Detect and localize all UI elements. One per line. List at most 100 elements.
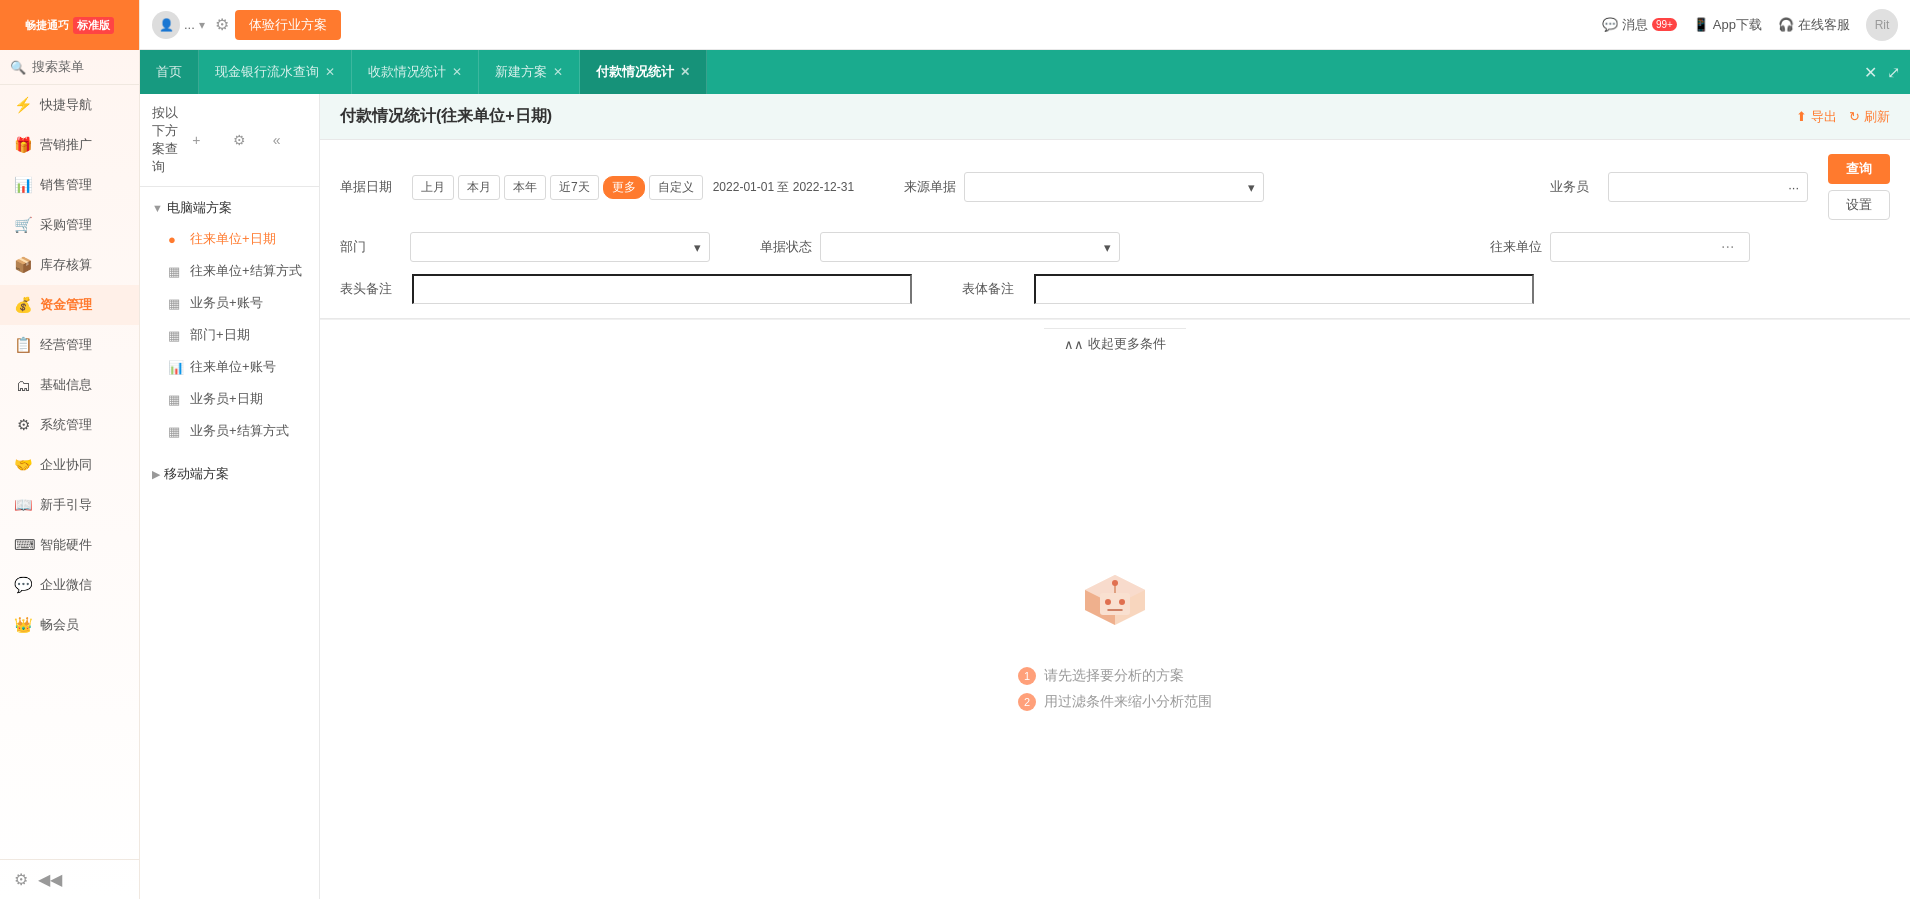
date-btn-this-month[interactable]: 本月	[458, 175, 500, 200]
sidebar-item-label: 快捷导航	[40, 96, 92, 114]
partner-dots: ···	[1721, 238, 1741, 256]
user-dropdown-icon[interactable]: ▾	[199, 18, 205, 32]
tab-receipts-close[interactable]: ✕	[452, 65, 462, 79]
sidebar-item-operations[interactable]: 📋 经营管理	[0, 325, 139, 365]
sidebar-item-hardware[interactable]: ⌨ 智能硬件	[0, 525, 139, 565]
inventory-icon: 📦	[14, 256, 32, 274]
header-left: 👤 ... ▾ ⚙ 体验行业方案	[152, 10, 341, 40]
header-right: 💬 消息 99+ 📱 App下载 🎧 在线客服 Rit	[1602, 9, 1898, 41]
scheme-partner-settlement[interactable]: ▦ 往来单位+结算方式	[140, 255, 319, 287]
tab-payments-close[interactable]: ✕	[680, 65, 690, 79]
sidebar-item-member[interactable]: 👑 畅会员	[0, 605, 139, 645]
header-settings-icon[interactable]: ⚙	[215, 15, 229, 34]
online-service-btn[interactable]: 🎧 在线客服	[1778, 16, 1850, 34]
tab-new-scheme[interactable]: 新建方案 ✕	[479, 50, 580, 94]
scheme-icon: ▦	[168, 424, 184, 439]
desktop-section: ▼ 电脑端方案 ● 往来单位+日期 ▦ 往来单位+结算方式 ▦ 业务员+账号 ▦	[140, 187, 319, 453]
message-badge: 99+	[1652, 18, 1677, 31]
messages-btn[interactable]: 💬 消息 99+	[1602, 16, 1677, 34]
doc-status-select[interactable]: ▾	[820, 232, 1120, 262]
collapse-btn[interactable]: ∧∧ 收起更多条件	[1044, 328, 1186, 359]
collapse-sidebar-icon[interactable]: ◀◀	[38, 870, 62, 889]
trial-btn[interactable]: 体验行业方案	[235, 10, 341, 40]
sidebar-item-label: 企业微信	[40, 576, 92, 594]
sidebar-item-label: 智能硬件	[40, 536, 92, 554]
logo: 畅捷通巧 标准版	[0, 0, 139, 50]
sidebar-item-guide[interactable]: 📖 新手引导	[0, 485, 139, 525]
dept-label: 部门	[340, 238, 390, 256]
date-btn-last-month[interactable]: 上月	[412, 175, 454, 200]
mobile-section: ▶ 移动端方案	[140, 453, 319, 495]
source-select[interactable]: ▾	[964, 172, 1264, 202]
scheme-salesperson-account[interactable]: ▦ 业务员+账号	[140, 287, 319, 319]
tab-payments[interactable]: 付款情况统计 ✕	[580, 50, 707, 94]
add-scheme-icon[interactable]: +	[192, 132, 226, 148]
date-btn-7days[interactable]: 近7天	[550, 175, 599, 200]
collapse-row: ∧∧ 收起更多条件	[320, 319, 1910, 367]
expand-icon[interactable]: ⤢	[1887, 63, 1900, 82]
partner-select[interactable]: ···	[1550, 232, 1750, 262]
partner-label: 往来单位	[1490, 238, 1542, 256]
settings-bottom-icon[interactable]: ⚙	[14, 870, 28, 889]
settings-btn[interactable]: 设置	[1828, 190, 1890, 220]
dept-chevron-icon: ▾	[694, 240, 701, 255]
salesperson-select[interactable]: ···	[1608, 172, 1808, 202]
tab-cash-flow-close[interactable]: ✕	[325, 65, 335, 79]
sidebar-item-capital[interactable]: 💰 资金管理	[0, 285, 139, 325]
dept-select[interactable]: ▾	[410, 232, 710, 262]
scheme-label: 业务员+日期	[190, 390, 263, 408]
filter-row-3: 表头备注 表体备注	[340, 274, 1890, 304]
sidebar-item-label: 企业协同	[40, 456, 92, 474]
search-menu[interactable]: 🔍 搜索菜单	[0, 50, 139, 85]
close-all-tabs-icon[interactable]: ✕	[1864, 63, 1877, 82]
sidebar-item-sales[interactable]: 📊 销售管理	[0, 165, 139, 205]
filter-area: 单据日期 上月 本月 本年 近7天 更多 自定义 2022-01-01 至 20…	[320, 140, 1910, 319]
sidebar-item-inventory[interactable]: 📦 库存核算	[0, 245, 139, 285]
scheme-partner-account[interactable]: 📊 往来单位+账号	[140, 351, 319, 383]
filter-action-col: 查询 设置	[1828, 154, 1890, 220]
query-btn[interactable]: 查询	[1828, 154, 1890, 184]
tab-home[interactable]: 首页	[140, 50, 199, 94]
sidebar-item-system[interactable]: ⚙ 系统管理	[0, 405, 139, 445]
tab-cash-flow-label: 现金银行流水查询	[215, 63, 319, 81]
empty-illustration	[1065, 555, 1165, 655]
scheme-collapse-icon[interactable]: «	[273, 132, 307, 148]
sidebar-item-quick-nav[interactable]: ⚡ 快捷导航	[0, 85, 139, 125]
user-avatar[interactable]: Rit	[1866, 9, 1898, 41]
scheme-salesperson-settlement[interactable]: ▦ 业务员+结算方式	[140, 415, 319, 447]
desktop-section-header[interactable]: ▼ 电脑端方案	[140, 193, 319, 223]
sidebar-item-basic-info[interactable]: 🗂 基础信息	[0, 365, 139, 405]
scheme-icon: ▦	[168, 264, 184, 279]
sidebar-item-label: 销售管理	[40, 176, 92, 194]
scheme-dept-date[interactable]: ▦ 部门+日期	[140, 319, 319, 351]
filter-row-2: 部门 ▾ 单据状态 ▾ 往来单位	[340, 232, 1890, 262]
scheme-settings-icon[interactable]: ⚙	[233, 132, 267, 148]
sidebar-item-marketing[interactable]: 🎁 营销推广	[0, 125, 139, 165]
mobile-section-header[interactable]: ▶ 移动端方案	[140, 459, 319, 489]
refresh-btn[interactable]: ↻ 刷新	[1849, 108, 1890, 126]
date-btn-this-year[interactable]: 本年	[504, 175, 546, 200]
scheme-active-icon: ●	[168, 232, 184, 247]
sidebar-item-label: 采购管理	[40, 216, 92, 234]
scheme-label: 往来单位+结算方式	[190, 262, 302, 280]
scheme-salesperson-date[interactable]: ▦ 业务员+日期	[140, 383, 319, 415]
header-notes-input[interactable]	[412, 274, 912, 304]
sidebar-item-purchase[interactable]: 🛒 采购管理	[0, 205, 139, 245]
date-btn-more[interactable]: 更多	[603, 176, 645, 199]
date-btn-custom[interactable]: 自定义	[649, 175, 703, 200]
scheme-label: 业务员+结算方式	[190, 422, 289, 440]
body-notes-input[interactable]	[1034, 274, 1534, 304]
scheme-panel: 按以下方案查询 + ⚙ « ▼ 电脑端方案 ● 往来单位+日期 ▦ 往来单位+结…	[140, 94, 320, 899]
scheme-label: 业务员+账号	[190, 294, 263, 312]
hardware-icon: ⌨	[14, 536, 32, 554]
export-btn[interactable]: ⬆ 导出	[1796, 108, 1837, 126]
sidebar-item-enterprise[interactable]: 🤝 企业协同	[0, 445, 139, 485]
tab-receipts[interactable]: 收款情况统计 ✕	[352, 50, 479, 94]
sidebar-item-wechat[interactable]: 💬 企业微信	[0, 565, 139, 605]
salesperson-label: 业务员	[1550, 178, 1600, 196]
tab-new-scheme-close[interactable]: ✕	[553, 65, 563, 79]
app-download-btn[interactable]: 📱 App下载	[1693, 16, 1762, 34]
scheme-partner-date[interactable]: ● 往来单位+日期	[140, 223, 319, 255]
tab-cash-flow[interactable]: 现金银行流水查询 ✕	[199, 50, 352, 94]
user-name: ...	[184, 17, 195, 32]
